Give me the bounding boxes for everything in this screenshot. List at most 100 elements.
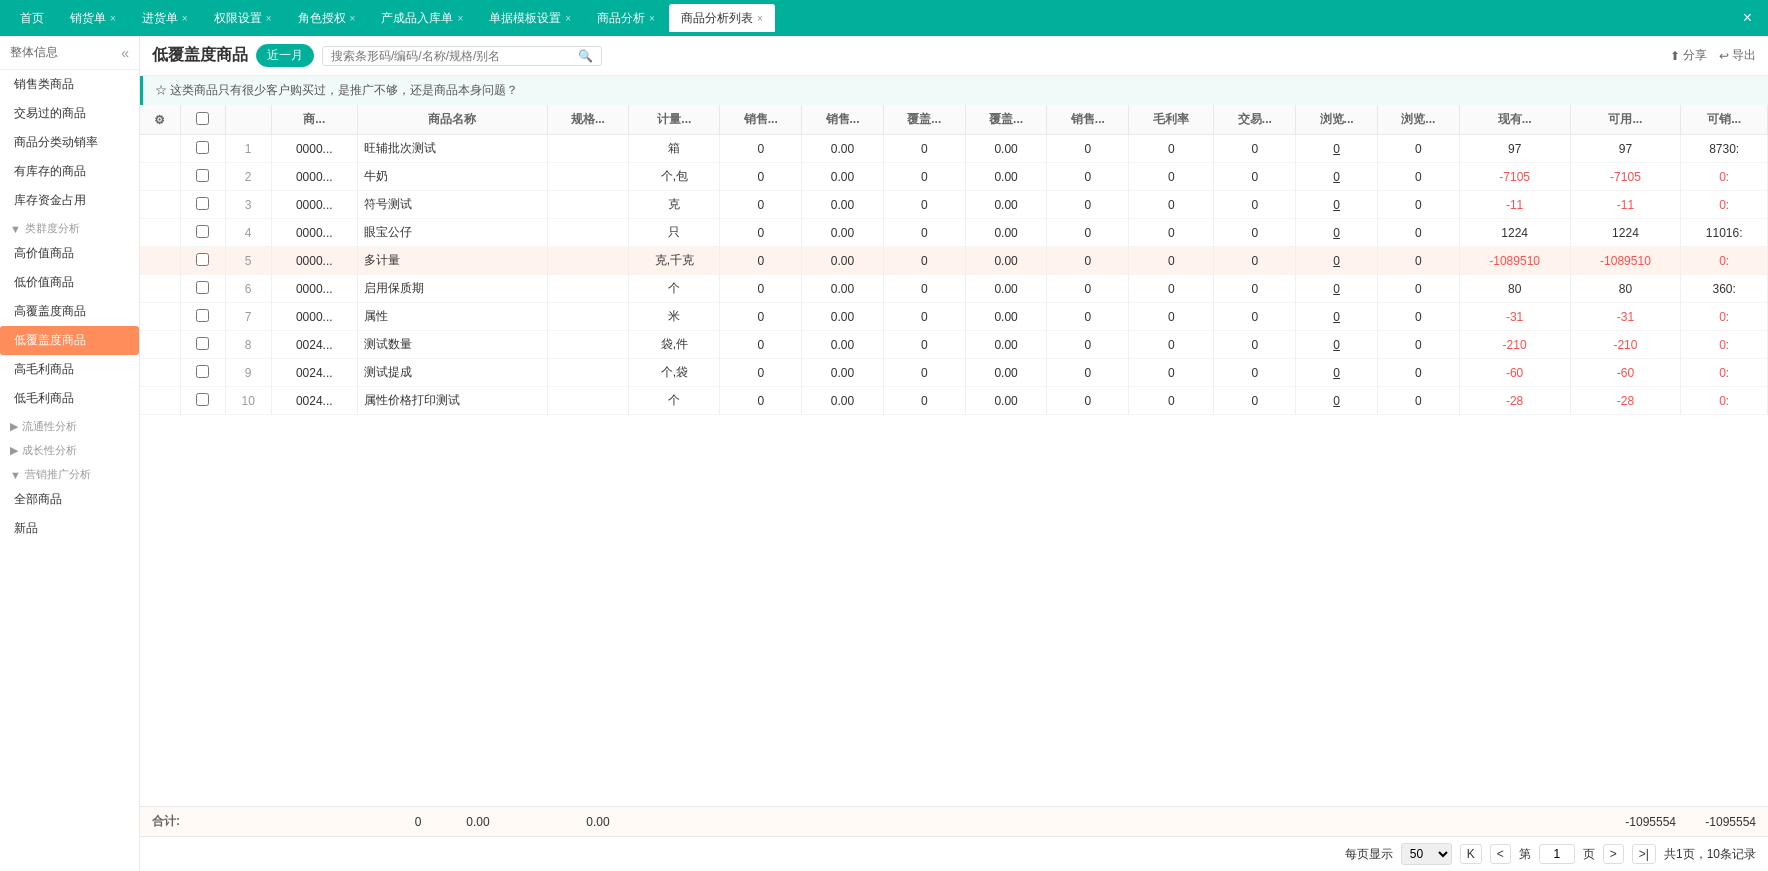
sidebar-item-stocked-goods[interactable]: 有库存的商品 bbox=[0, 157, 139, 186]
nav-tab-sales-close[interactable]: × bbox=[110, 13, 116, 24]
row-browse1[interactable]: 0 bbox=[1296, 191, 1378, 219]
row-checkbox[interactable] bbox=[180, 163, 225, 191]
sidebar-group-growth[interactable]: ▶ 成长性分析 bbox=[0, 437, 139, 461]
col-cover3[interactable]: 销售... bbox=[1047, 105, 1129, 135]
row-select-checkbox[interactable] bbox=[196, 365, 209, 378]
row-select-checkbox[interactable] bbox=[196, 141, 209, 154]
row-checkbox[interactable] bbox=[180, 135, 225, 163]
sidebar-item-stock-capital[interactable]: 库存资金占用 bbox=[0, 186, 139, 215]
window-close-button[interactable]: × bbox=[1735, 9, 1760, 27]
col-name[interactable]: 商品名称 bbox=[358, 105, 548, 135]
col-spec[interactable]: 规格... bbox=[547, 105, 629, 135]
row-checkbox[interactable] bbox=[180, 359, 225, 387]
row-checkbox[interactable] bbox=[180, 219, 225, 247]
col-stock2[interactable]: 可用... bbox=[1570, 105, 1681, 135]
table-container[interactable]: ⚙ 商... 商品名称 规格... 计量... 销售... 销售... 覆盖..… bbox=[140, 105, 1768, 806]
sidebar-group-flow[interactable]: ▶ 流通性分析 bbox=[0, 413, 139, 437]
row-select-checkbox[interactable] bbox=[196, 281, 209, 294]
sidebar-item-low-gross[interactable]: 低毛利商品 bbox=[0, 384, 139, 413]
row-checkbox[interactable] bbox=[180, 303, 225, 331]
col-trade[interactable]: 交易... bbox=[1214, 105, 1296, 135]
row-spec bbox=[547, 331, 629, 359]
sidebar-group-marketing[interactable]: ▼ 营销推广分析 bbox=[0, 461, 139, 485]
sidebar-item-high-value[interactable]: 高价值商品 bbox=[0, 239, 139, 268]
nav-tab-purchase-close[interactable]: × bbox=[182, 13, 188, 24]
col-cover2[interactable]: 覆盖... bbox=[965, 105, 1047, 135]
page-prev-button[interactable]: < bbox=[1490, 844, 1511, 864]
row-select-checkbox[interactable] bbox=[196, 197, 209, 210]
filter-recent-month-button[interactable]: 近一月 bbox=[256, 44, 314, 67]
nav-tab-templates-close[interactable]: × bbox=[565, 13, 571, 24]
sidebar-group-cluster[interactable]: ▼ 类群度分析 bbox=[0, 215, 139, 239]
nav-tab-analysis-list[interactable]: 商品分析列表 × bbox=[669, 4, 775, 32]
row-browse1[interactable]: 0 bbox=[1296, 303, 1378, 331]
row-browse1[interactable]: 0 bbox=[1296, 135, 1378, 163]
nav-tab-sales-label: 销货单 bbox=[70, 10, 106, 27]
col-cover1[interactable]: 覆盖... bbox=[883, 105, 965, 135]
col-browse2[interactable]: 浏览... bbox=[1377, 105, 1459, 135]
row-select-checkbox[interactable] bbox=[196, 337, 209, 350]
nav-tab-permissions-close[interactable]: × bbox=[266, 13, 272, 24]
nav-tab-analysis-list-close[interactable]: × bbox=[757, 13, 763, 24]
row-browse2: 0 bbox=[1377, 275, 1459, 303]
col-sales-amt[interactable]: 销售... bbox=[802, 105, 884, 135]
sidebar-item-sales-goods[interactable]: 销售类商品 bbox=[0, 70, 139, 99]
page-number-input[interactable] bbox=[1539, 844, 1575, 864]
sidebar-item-high-gross[interactable]: 高毛利商品 bbox=[0, 355, 139, 384]
nav-tab-home[interactable]: 首页 bbox=[8, 4, 56, 32]
nav-tab-roles-close[interactable]: × bbox=[350, 13, 356, 24]
share-button[interactable]: ⬆ 分享 bbox=[1670, 47, 1707, 64]
row-select-checkbox[interactable] bbox=[196, 393, 209, 406]
row-checkbox[interactable] bbox=[180, 387, 225, 415]
col-unit[interactable]: 计量... bbox=[629, 105, 720, 135]
col-browse1[interactable]: 浏览... bbox=[1296, 105, 1378, 135]
row-stock1: 80 bbox=[1459, 275, 1570, 303]
nav-tab-templates[interactable]: 单据模板设置 × bbox=[477, 4, 583, 32]
col-available[interactable]: 可销... bbox=[1681, 105, 1768, 135]
row-browse1[interactable]: 0 bbox=[1296, 275, 1378, 303]
row-browse1[interactable]: 0 bbox=[1296, 331, 1378, 359]
row-select-checkbox[interactable] bbox=[196, 309, 209, 322]
nav-tab-products-close[interactable]: × bbox=[457, 13, 463, 24]
nav-tab-products[interactable]: 产成品入库单 × bbox=[369, 4, 475, 32]
row-checkbox[interactable] bbox=[180, 331, 225, 359]
row-checkbox[interactable] bbox=[180, 247, 225, 275]
sidebar-item-new-goods[interactable]: 新品 bbox=[0, 514, 139, 543]
sidebar-item-low-value[interactable]: 低价值商品 bbox=[0, 268, 139, 297]
sidebar-item-high-coverage[interactable]: 高覆盖度商品 bbox=[0, 297, 139, 326]
nav-tab-analysis[interactable]: 商品分析 × bbox=[585, 4, 667, 32]
col-code[interactable]: 商... bbox=[271, 105, 357, 135]
row-browse1[interactable]: 0 bbox=[1296, 219, 1378, 247]
page-first-button[interactable]: K bbox=[1460, 844, 1482, 864]
sidebar-item-low-coverage[interactable]: 低覆盖度商品 bbox=[0, 326, 139, 355]
search-input[interactable] bbox=[331, 49, 574, 63]
nav-tab-analysis-close[interactable]: × bbox=[649, 13, 655, 24]
row-browse1[interactable]: 0 bbox=[1296, 163, 1378, 191]
sidebar-item-all-goods[interactable]: 全部商品 bbox=[0, 485, 139, 514]
nav-tab-permissions[interactable]: 权限设置 × bbox=[202, 4, 284, 32]
page-last-button[interactable]: >| bbox=[1632, 844, 1656, 864]
row-browse1[interactable]: 0 bbox=[1296, 387, 1378, 415]
select-all-checkbox[interactable] bbox=[196, 112, 209, 125]
export-button[interactable]: ↩ 导出 bbox=[1719, 47, 1756, 64]
sidebar-item-traded-goods[interactable]: 交易过的商品 bbox=[0, 99, 139, 128]
row-select-checkbox[interactable] bbox=[196, 169, 209, 182]
row-browse1[interactable]: 0 bbox=[1296, 359, 1378, 387]
row-stock2: -7105 bbox=[1570, 163, 1681, 191]
sidebar-item-category-rate[interactable]: 商品分类动销率 bbox=[0, 128, 139, 157]
page-next-button[interactable]: > bbox=[1603, 844, 1624, 864]
row-browse1[interactable]: 0 bbox=[1296, 247, 1378, 275]
row-select-checkbox[interactable] bbox=[196, 225, 209, 238]
col-settings[interactable]: ⚙ bbox=[140, 105, 180, 135]
row-select-checkbox[interactable] bbox=[196, 253, 209, 266]
sidebar-collapse-button[interactable]: « bbox=[121, 45, 129, 61]
row-checkbox[interactable] bbox=[180, 191, 225, 219]
col-sales-qty[interactable]: 销售... bbox=[720, 105, 802, 135]
nav-tab-roles[interactable]: 角色授权 × bbox=[286, 4, 368, 32]
col-gross-rate[interactable]: 毛利率 bbox=[1129, 105, 1214, 135]
nav-tab-purchase[interactable]: 进货单 × bbox=[130, 4, 200, 32]
row-checkbox[interactable] bbox=[180, 275, 225, 303]
col-stock1[interactable]: 现有... bbox=[1459, 105, 1570, 135]
nav-tab-sales[interactable]: 销货单 × bbox=[58, 4, 128, 32]
per-page-select[interactable]: 50 10 20 100 bbox=[1401, 843, 1452, 865]
